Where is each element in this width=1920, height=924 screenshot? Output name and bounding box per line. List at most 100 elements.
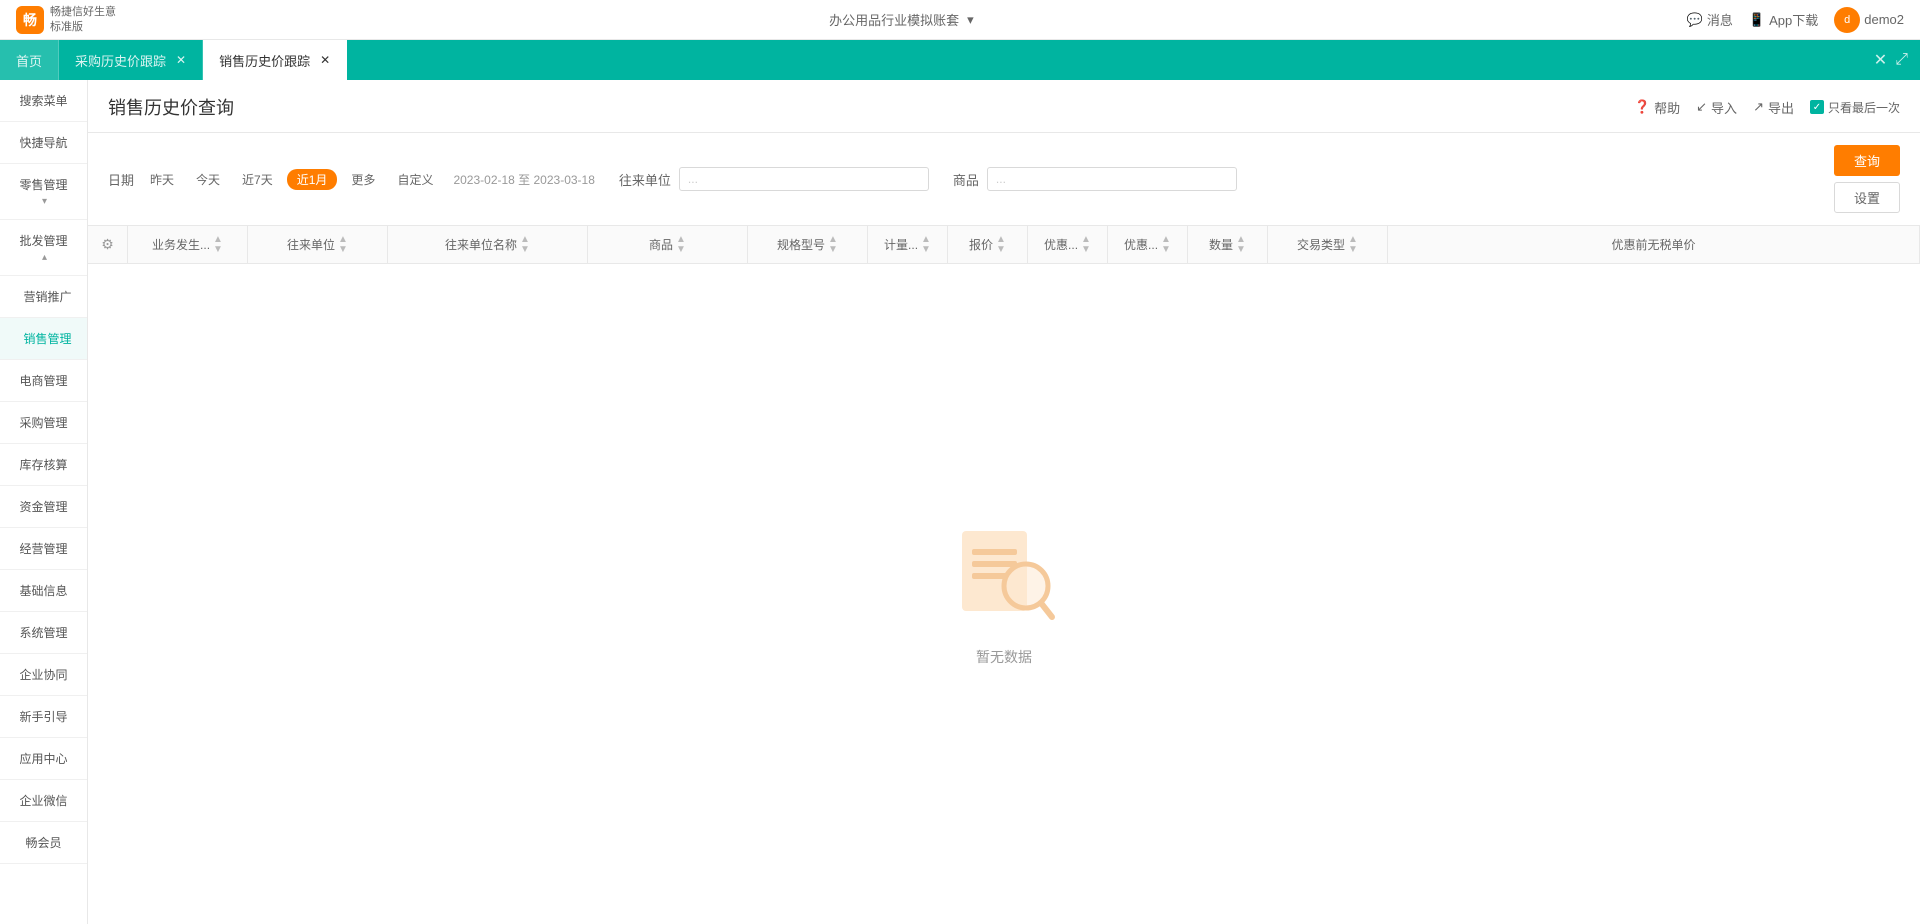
product-filter: 商品 ...: [953, 167, 1237, 191]
tab-controls: ✕ ⤢: [1862, 50, 1920, 70]
sidebar-item-retail-mgmt[interactable]: 零售管理 ▾: [0, 164, 87, 220]
app-download-btn[interactable]: 📱 App下载: [1749, 10, 1818, 29]
new-guide-label: 新手引导: [19, 708, 67, 725]
download-icon: 📱: [1749, 12, 1765, 28]
date-opt-yesterday[interactable]: 昨天: [142, 169, 182, 190]
tab-close-sales[interactable]: ✕: [320, 53, 330, 67]
chevron-down-icon: ▾: [42, 196, 47, 207]
dropdown-icon[interactable]: ▾: [967, 12, 974, 28]
date-opt-more[interactable]: 更多: [343, 169, 383, 190]
th-product[interactable]: 商品 ▲▼: [588, 226, 748, 263]
sort-icon-date[interactable]: ▲▼: [213, 235, 223, 255]
settings-button[interactable]: 设置: [1834, 182, 1900, 213]
th-date[interactable]: 业务发生... ▲▼: [128, 226, 248, 263]
sort-icon-discount2[interactable]: ▲▼: [1161, 235, 1171, 255]
sidebar-item-purchase-mgmt[interactable]: 采购管理: [0, 402, 87, 444]
th-trade-type[interactable]: 交易类型 ▲▼: [1268, 226, 1388, 263]
sidebar-item-search-menu[interactable]: 搜索菜单: [0, 80, 87, 122]
sort-icon-qty[interactable]: ▲▼: [1236, 235, 1246, 255]
avatar: d: [1834, 7, 1860, 33]
message-btn[interactable]: 💬 消息: [1687, 10, 1733, 29]
user-profile[interactable]: d demo2: [1834, 7, 1904, 33]
product-label: 商品: [953, 170, 979, 189]
sidebar-item-operations[interactable]: 经营管理: [0, 528, 87, 570]
help-btn[interactable]: ❓ 帮助: [1634, 98, 1680, 117]
sidebar-item-quick-nav[interactable]: 快捷导航: [0, 122, 87, 164]
date-opt-last7[interactable]: 近7天: [234, 169, 281, 190]
page-title: 销售历史价查询: [108, 94, 234, 120]
th-measure[interactable]: 计量... ▲▼: [868, 226, 948, 263]
ecommerce-label: 电商管理: [19, 372, 67, 389]
export-btn[interactable]: ↗ 导出: [1753, 98, 1794, 117]
th-unit-code[interactable]: 往来单位 ▲▼: [248, 226, 388, 263]
operations-label: 经营管理: [19, 540, 67, 557]
chevron-up-icon: ▴: [42, 252, 47, 263]
settings-gear-icon[interactable]: ⚙: [101, 236, 114, 253]
product-input[interactable]: ...: [987, 167, 1237, 191]
sidebar-item-sales-mgmt[interactable]: 销售管理: [0, 318, 87, 360]
app-title-area[interactable]: 办公用品行业模拟账套 ▾: [829, 10, 974, 29]
sidebar-item-basic-info[interactable]: 基础信息: [0, 570, 87, 612]
date-opt-last1month[interactable]: 近1月: [287, 169, 338, 190]
date-label: 日期: [108, 170, 134, 189]
tab-bar: 首页 采购历史价跟踪 ✕ 销售历史价跟踪 ✕ ✕ ⤢: [0, 40, 1920, 80]
message-icon: 💬: [1687, 12, 1703, 28]
tab-maximize-btn[interactable]: ⤢: [1895, 51, 1908, 69]
empty-state: 暂无数据: [88, 264, 1920, 924]
tab-close-all-btn[interactable]: ✕: [1874, 50, 1887, 70]
th-unit-name[interactable]: 往来单位名称 ▲▼: [388, 226, 588, 263]
sort-icon-product[interactable]: ▲▼: [676, 235, 686, 255]
sidebar-item-ecommerce[interactable]: 电商管理: [0, 360, 87, 402]
only-last-checkbox[interactable]: ✓ 只看最后一次: [1810, 99, 1900, 116]
partner-input[interactable]: ...: [679, 167, 929, 191]
basic-info-label: 基础信息: [19, 582, 67, 599]
logo-icon: 畅: [16, 6, 44, 34]
sales-mgmt-label: 销售管理: [23, 330, 71, 347]
main-layout: 搜索菜单 快捷导航 零售管理 ▾ 批发管理 ▴ 营销推广 销售管理 电商管理 采…: [0, 80, 1920, 924]
tab-close-purchase[interactable]: ✕: [176, 53, 186, 67]
tab-home[interactable]: 首页: [0, 40, 59, 80]
th-spec[interactable]: 规格型号 ▲▼: [748, 226, 868, 263]
table-area: ⚙ 业务发生... ▲▼ 往来单位 ▲▼ 往来单位名称 ▲▼ 商品 ▲▼: [88, 226, 1920, 924]
inventory-label: 库存核算: [19, 456, 67, 473]
sidebar-item-inventory[interactable]: 库存核算: [0, 444, 87, 486]
sort-icon-measure[interactable]: ▲▼: [921, 235, 931, 255]
app-title: 办公用品行业模拟账套: [829, 10, 959, 29]
sidebar-item-enterprise-collab[interactable]: 企业协同: [0, 654, 87, 696]
sort-icon-spec[interactable]: ▲▼: [828, 235, 838, 255]
sidebar-item-marketing[interactable]: 营销推广: [0, 276, 87, 318]
logo-text: 畅捷信好生意 标准版: [50, 5, 116, 34]
app-center-label: 应用中心: [19, 750, 67, 767]
th-tax-price[interactable]: 优惠前无税单价: [1388, 226, 1920, 263]
sort-icon-unit-code[interactable]: ▲▼: [338, 235, 348, 255]
th-price[interactable]: 报价 ▲▼: [948, 226, 1028, 263]
sidebar-item-system-mgmt[interactable]: 系统管理: [0, 612, 87, 654]
sort-icon-price[interactable]: ▲▼: [996, 235, 1006, 255]
sidebar-item-wholesale-mgmt[interactable]: 批发管理 ▴: [0, 220, 87, 276]
finance-label: 资金管理: [19, 498, 67, 515]
date-opt-custom[interactable]: 自定义: [389, 169, 441, 190]
top-bar-right: 💬 消息 📱 App下载 d demo2: [1687, 7, 1904, 33]
sidebar-item-new-guide[interactable]: 新手引导: [0, 696, 87, 738]
date-filter: 日期 昨天 今天 近7天 近1月 更多 自定义 2023-02-18 至 202…: [108, 169, 595, 190]
th-discount2[interactable]: 优惠... ▲▼: [1108, 226, 1188, 263]
tab-sales-history[interactable]: 销售历史价跟踪 ✕: [203, 40, 347, 80]
date-opt-today[interactable]: 今天: [188, 169, 228, 190]
sidebar-item-finance[interactable]: 资金管理: [0, 486, 87, 528]
quick-nav-label: 快捷导航: [19, 134, 67, 151]
th-qty[interactable]: 数量 ▲▼: [1188, 226, 1268, 263]
sort-icon-discount1[interactable]: ▲▼: [1081, 235, 1091, 255]
sidebar-item-app-center[interactable]: 应用中心: [0, 738, 87, 780]
partner-label: 往来单位: [619, 170, 671, 189]
filter-area: 日期 昨天 今天 近7天 近1月 更多 自定义 2023-02-18 至 202…: [88, 133, 1920, 226]
sort-icon-unit-name[interactable]: ▲▼: [520, 235, 530, 255]
sort-icon-trade-type[interactable]: ▲▼: [1348, 235, 1358, 255]
checkbox-icon: ✓: [1810, 100, 1824, 114]
query-button[interactable]: 查询: [1834, 145, 1900, 176]
th-settings[interactable]: ⚙: [88, 226, 128, 263]
th-discount1[interactable]: 优惠... ▲▼: [1028, 226, 1108, 263]
sidebar-item-member[interactable]: 畅会员: [0, 822, 87, 864]
tab-purchase-history[interactable]: 采购历史价跟踪 ✕: [59, 40, 203, 80]
sidebar-item-enterprise-wechat[interactable]: 企业微信: [0, 780, 87, 822]
import-btn[interactable]: ↙ 导入: [1696, 98, 1737, 117]
